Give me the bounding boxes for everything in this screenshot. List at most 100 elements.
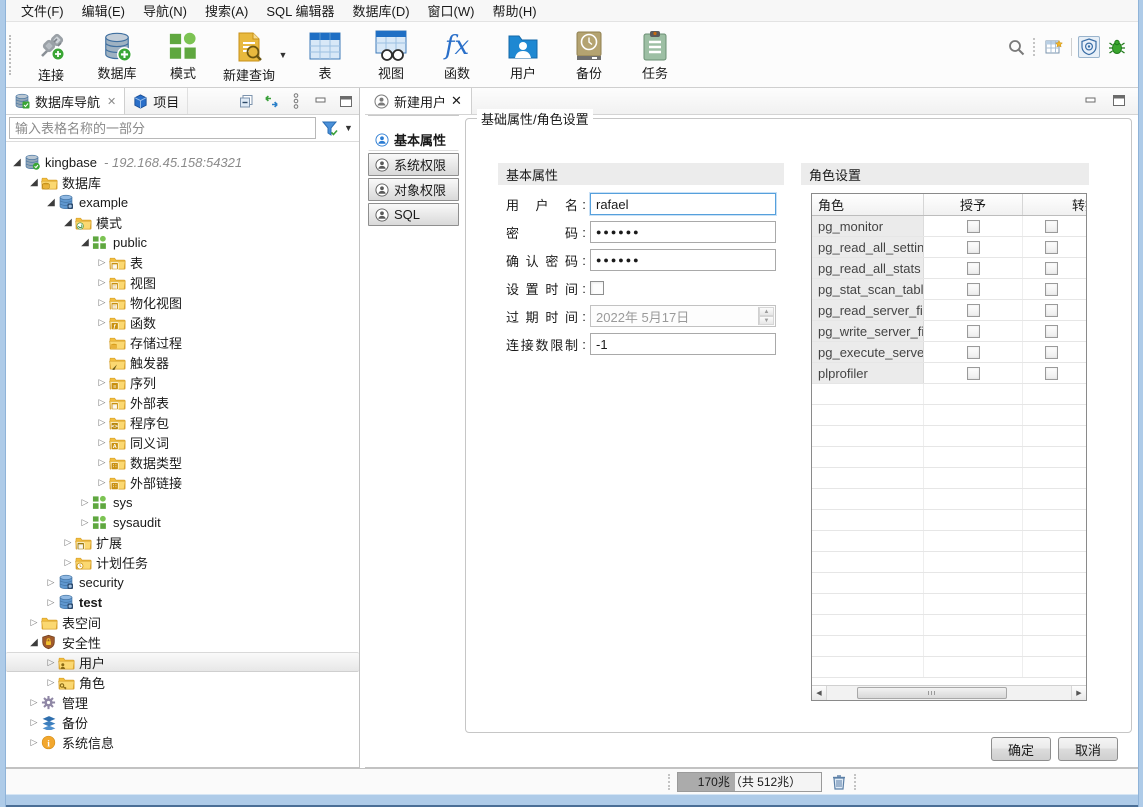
用户名-input[interactable]: rafael	[590, 193, 776, 215]
scroll-left-icon[interactable]: ◀	[812, 686, 827, 700]
collapsed-arrow-icon[interactable]: ▷	[78, 517, 92, 528]
tree-item-角色[interactable]: ▷ 角色	[6, 672, 359, 692]
tree-item-触发器[interactable]: 触发器	[6, 352, 359, 372]
admin-checkbox[interactable]	[1045, 240, 1058, 254]
role-row-pg_write_server_fil[interactable]: pg_write_server_fil	[812, 321, 1086, 342]
view-menu-icon[interactable]	[287, 92, 305, 110]
collapsed-arrow-icon[interactable]: ▷	[95, 317, 109, 328]
grant-checkbox[interactable]	[966, 366, 980, 380]
minimize-panel-icon[interactable]	[312, 92, 330, 110]
expanded-arrow-icon[interactable]: ◢	[44, 197, 58, 208]
grant-checkbox[interactable]	[966, 345, 980, 359]
tree-item-扩展[interactable]: ▷ ▦ 扩展	[6, 532, 359, 552]
toolbar-user-button[interactable]: 用户	[490, 27, 556, 83]
tree-item-外部表[interactable]: ▷ ▦ 外部表	[6, 392, 359, 412]
tree-item-kingbase[interactable]: ◢ kingbase - 192.168.45.158:54321	[6, 152, 359, 172]
heap-status-gauge[interactable]: 170兆（共 512兆）	[677, 771, 822, 792]
collapsed-arrow-icon[interactable]: ▷	[95, 457, 109, 468]
role-row-pg_read_server_fil[interactable]: pg_read_server_fil	[812, 300, 1086, 321]
menu-编辑e[interactable]: 编辑(E)	[73, 0, 134, 22]
collapsed-arrow-icon[interactable]: ▷	[44, 657, 58, 668]
grant-checkbox[interactable]	[966, 261, 980, 275]
role-row-pg_monitor[interactable]: pg_monitor	[812, 216, 1086, 237]
side-tab-系统权限[interactable]: 系统权限	[368, 153, 459, 176]
tree-item-数据库[interactable]: ◢ 数据库	[6, 172, 359, 192]
collapsed-arrow-icon[interactable]: ▷	[44, 577, 58, 588]
menu-窗口w[interactable]: 窗口(W)	[419, 0, 484, 22]
toolbar-task-button[interactable]: 任务	[622, 27, 688, 83]
menu-帮助h[interactable]: 帮助(H)	[483, 0, 545, 22]
tree-item-sys[interactable]: ▷ sys	[6, 492, 359, 512]
collapsed-arrow-icon[interactable]: ▷	[27, 697, 41, 708]
menu-sql 编辑器[interactable]: SQL 编辑器	[257, 0, 343, 22]
scrollbar-track[interactable]	[827, 686, 1071, 700]
collapsed-arrow-icon[interactable]: ▷	[95, 297, 109, 308]
expanded-arrow-icon[interactable]: ◢	[10, 157, 24, 168]
admin-checkbox[interactable]	[1045, 219, 1058, 233]
tree-item-函数[interactable]: ▷ ƒ 函数	[6, 312, 359, 332]
grant-checkbox[interactable]	[966, 282, 980, 296]
expanded-arrow-icon[interactable]: ◢	[27, 177, 41, 188]
toolbar-schema-button[interactable]: 模式	[150, 27, 216, 83]
collapsed-arrow-icon[interactable]: ▷	[27, 737, 41, 748]
role-row-plprofiler[interactable]: plprofiler	[812, 363, 1086, 384]
collapsed-arrow-icon[interactable]: ▷	[95, 257, 109, 268]
roles-hscrollbar[interactable]: ◀ ▶	[812, 685, 1086, 700]
shield-icon[interactable]	[1078, 36, 1100, 58]
menu-搜索a[interactable]: 搜索(A)	[196, 0, 257, 22]
tree-item-序列[interactable]: ▷ ≡ 序列	[6, 372, 359, 392]
collapsed-arrow-icon[interactable]: ▷	[95, 437, 109, 448]
filter-funnel-icon[interactable]	[319, 117, 341, 139]
ok-button[interactable]: 确定	[991, 737, 1051, 761]
toolbar-function-button[interactable]: fx 函数	[424, 27, 490, 83]
密码-input[interactable]: ●●●●●●	[590, 221, 776, 243]
tree-item-test[interactable]: ▷ test	[6, 592, 359, 612]
tree-item-同义词[interactable]: ▷ A 同义词	[6, 432, 359, 452]
side-tab-SQL[interactable]: SQL	[368, 203, 459, 226]
table-filter-input[interactable]	[9, 117, 316, 139]
expanded-arrow-icon[interactable]: ◢	[61, 217, 75, 228]
menu-文件f[interactable]: 文件(F)	[12, 0, 73, 22]
grant-checkbox[interactable]	[966, 303, 980, 317]
side-tab-对象权限[interactable]: 对象权限	[368, 178, 459, 201]
scroll-right-icon[interactable]: ▶	[1071, 686, 1086, 700]
tree-item-管理[interactable]: ▷ 管理	[6, 692, 359, 712]
column-grant[interactable]: 授予	[924, 194, 1023, 215]
panel-tab-database-navigator[interactable]: 数据库导航 ✕	[6, 88, 126, 114]
panel-tab-project[interactable]: 项目	[125, 88, 189, 114]
admin-checkbox[interactable]	[1045, 345, 1058, 359]
tree-item-存储过程[interactable]: 存储过程	[6, 332, 359, 352]
new-table-icon[interactable]	[1043, 36, 1065, 58]
toolbar-database-button[interactable]: 数据库	[84, 27, 150, 83]
maximize-editor-icon[interactable]	[1110, 93, 1128, 108]
grant-checkbox[interactable]	[966, 219, 980, 233]
close-tab-icon[interactable]: ✕	[107, 95, 116, 108]
spinner-buttons[interactable]: ▲ ▼	[758, 307, 774, 325]
maximize-panel-icon[interactable]	[337, 92, 355, 110]
grant-checkbox[interactable]	[966, 324, 980, 338]
grant-checkbox[interactable]	[966, 240, 980, 254]
role-row-pg_stat_scan_table[interactable]: pg_stat_scan_table	[812, 279, 1086, 300]
toolbar-view-button[interactable]: 视图	[358, 27, 424, 83]
设置时间-checkbox[interactable]	[590, 281, 604, 295]
link-with-editor-icon[interactable]	[262, 92, 280, 110]
filter-menu-caret-icon[interactable]: ▼	[344, 123, 356, 133]
admin-checkbox[interactable]	[1045, 324, 1058, 338]
toolbar-new-query-button[interactable]: 新建查询	[216, 27, 282, 83]
collapsed-arrow-icon[interactable]: ▷	[95, 397, 109, 408]
garbage-collect-icon[interactable]	[828, 771, 850, 793]
expanded-arrow-icon[interactable]: ◢	[78, 237, 92, 248]
scrollbar-thumb[interactable]	[857, 687, 1007, 699]
role-row-pg_read_all_setting[interactable]: pg_read_all_setting	[812, 237, 1086, 258]
role-row-pg_execute_server[interactable]: pg_execute_server	[812, 342, 1086, 363]
collapsed-arrow-icon[interactable]: ▷	[95, 477, 109, 488]
tree-item-表空间[interactable]: ▷ 表空间	[6, 612, 359, 632]
collapsed-arrow-icon[interactable]: ▷	[61, 537, 75, 548]
tree-item-程序包[interactable]: ▷ <> 程序包	[6, 412, 359, 432]
menu-数据库d[interactable]: 数据库(D)	[344, 0, 419, 22]
cancel-button[interactable]: 取消	[1058, 737, 1118, 761]
collapsed-arrow-icon[interactable]: ▷	[27, 717, 41, 728]
admin-checkbox[interactable]	[1045, 303, 1058, 317]
expanded-arrow-icon[interactable]: ◢	[27, 637, 41, 648]
new-query-dropdown-caret-icon[interactable]: ▼	[276, 27, 290, 83]
